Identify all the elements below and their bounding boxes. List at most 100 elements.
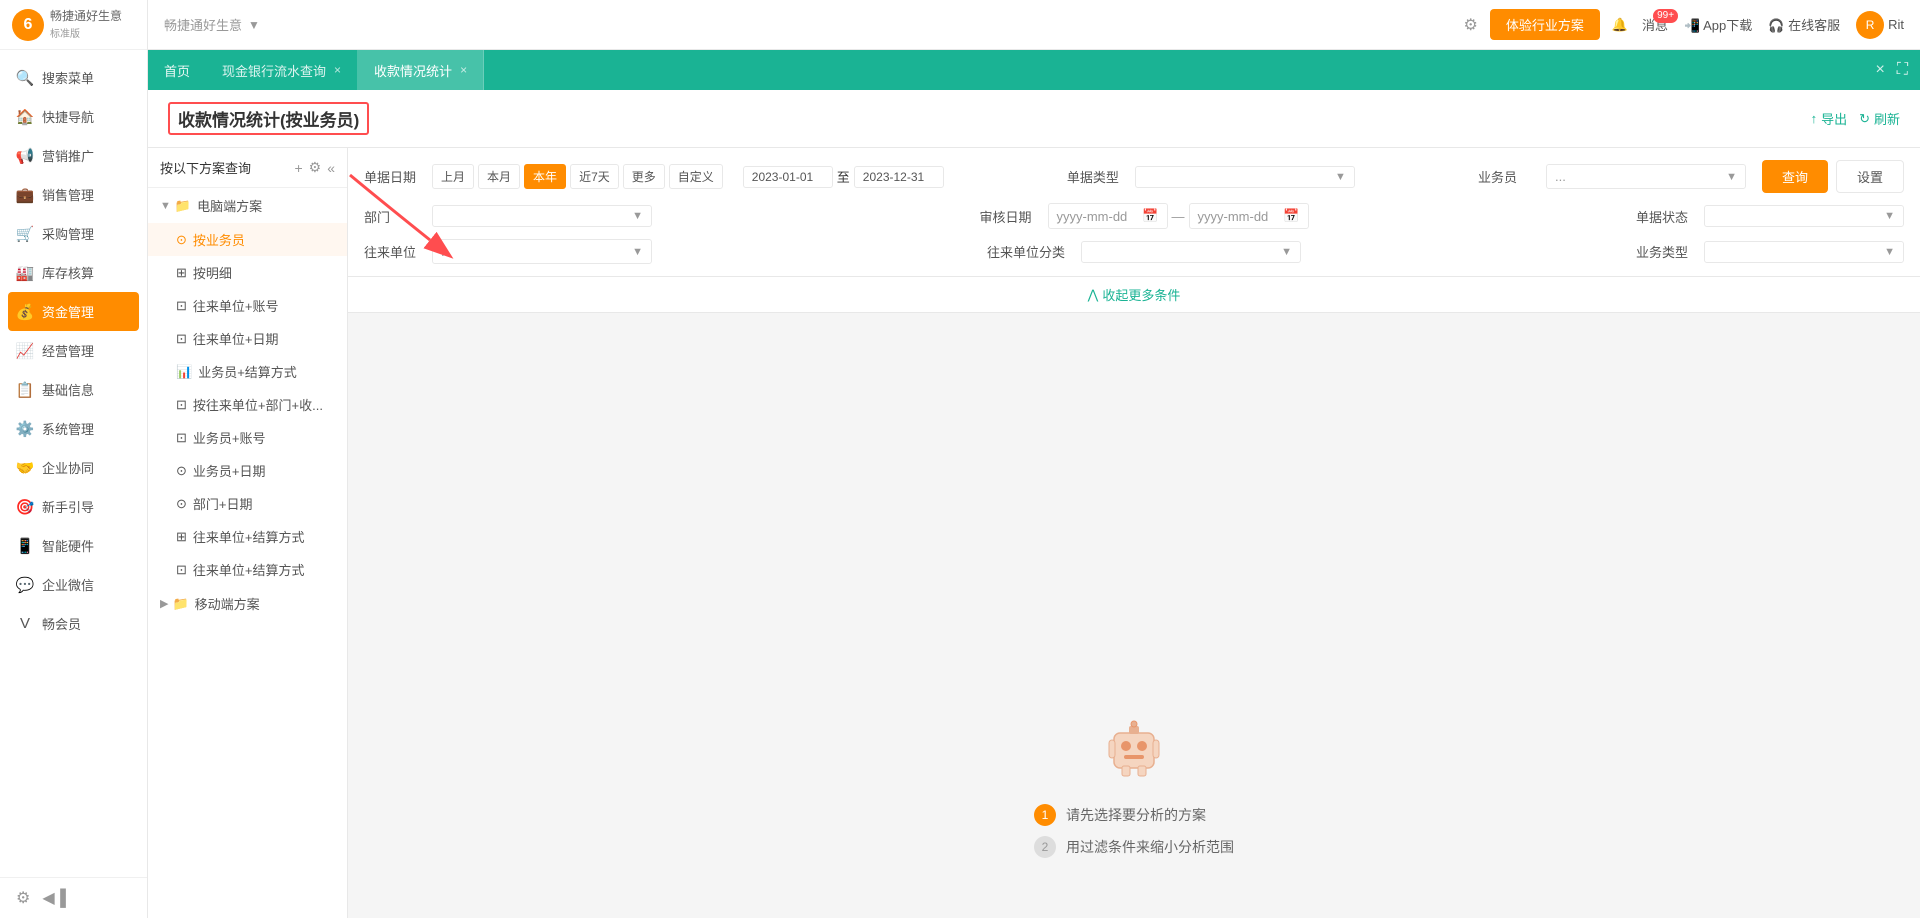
- notification-area[interactable]: 🔔 99+ 消息: [1612, 15, 1668, 34]
- refresh-button[interactable]: ↻ 刷新: [1859, 109, 1900, 128]
- tab-home-label: 首页: [164, 61, 190, 80]
- app-download[interactable]: 📲 App下载: [1684, 15, 1752, 34]
- doc-type-arrow: ▼: [1335, 171, 1346, 183]
- biz-type-select[interactable]: ▼: [1704, 241, 1904, 263]
- doc-status-arrow: ▼: [1884, 210, 1895, 222]
- online-service[interactable]: 🎧 在线客服: [1768, 15, 1840, 34]
- scheme-item-counterpart-account[interactable]: ⊡ 往来单位+账号: [148, 289, 347, 322]
- date-7days[interactable]: 近7天: [570, 164, 619, 189]
- review-date-to[interactable]: yyyy-mm-dd 📅: [1189, 203, 1309, 229]
- sidebar-item-hardware[interactable]: 📱 智能硬件: [0, 526, 147, 565]
- sidebar-item-enterprise[interactable]: 🤝 企业协同: [0, 448, 147, 487]
- scheme-group-desktop-title[interactable]: ▼ 📁 电脑端方案: [148, 188, 347, 223]
- scheme-item-counterpart-date[interactable]: ⊡ 往来单位+日期: [148, 322, 347, 355]
- scheme-group-mobile: ▶ 📁 移动端方案: [148, 586, 347, 621]
- scheme-item-salesperson-date[interactable]: ⊙ 业务员+日期: [148, 454, 347, 487]
- export-button[interactable]: ↑ 导出: [1811, 109, 1848, 128]
- biz-type-label: 业务类型: [1636, 242, 1688, 261]
- review-date-from[interactable]: yyyy-mm-dd 📅: [1048, 203, 1168, 229]
- sidebar-item-finance[interactable]: 💰 资金管理: [8, 292, 139, 331]
- guide-icon: 🎯: [16, 498, 34, 516]
- step1-text: 请先选择要分析的方案: [1066, 805, 1206, 825]
- sidebar-item-quicknav-label: 快捷导航: [42, 107, 94, 126]
- scheme-item-detail[interactable]: ⊞ 按明细: [148, 256, 347, 289]
- set-button[interactable]: 设置: [1836, 160, 1904, 193]
- sidebar-item-member[interactable]: V 畅会员: [0, 604, 147, 643]
- sidebar: 6 畅捷通好生意 标准版 🔍 搜索菜单 🏠 快捷导航 📢 营销推广 💼 销售管理…: [0, 0, 148, 918]
- scheme-item-salesperson-settlement[interactable]: 📊 业务员+结算方式: [148, 355, 347, 388]
- sidebar-item-sales[interactable]: 💼 销售管理: [0, 175, 147, 214]
- counterpart-dept-icon: ⊡: [176, 397, 187, 413]
- tab-receipts-close[interactable]: ×: [460, 63, 467, 77]
- doc-type-select[interactable]: ▼: [1135, 166, 1355, 188]
- sidebar-item-basic-label: 基础信息: [42, 380, 94, 399]
- counterpart-placeholder: ...: [441, 244, 452, 259]
- date-more[interactable]: 更多: [623, 164, 665, 189]
- doc-status-select[interactable]: ▼: [1704, 205, 1904, 227]
- scheme-item-counterpart-settlement1[interactable]: ⊞ 往来单位+结算方式: [148, 520, 347, 553]
- scheme-item-counterpart-dept[interactable]: ⊡ 按往来单位+部门+收...: [148, 388, 347, 421]
- scheme-settings-icon[interactable]: ⚙: [309, 159, 322, 176]
- trial-button[interactable]: 体验行业方案: [1490, 9, 1600, 40]
- sidebar-item-wechat[interactable]: 💬 企业微信: [0, 565, 147, 604]
- filter-row-1: 单据日期 上月 本月 本年 近7天 更多 自定义 至: [364, 160, 1904, 193]
- operation-icon: 📈: [16, 342, 34, 360]
- scheme-group-desktop: ▼ 📁 电脑端方案 ⊙ 按业务员 ⊞ 按明细 ⊡ 往来单位+账号: [148, 188, 347, 586]
- sidebar-item-inventory[interactable]: 🏭 库存核算: [0, 253, 147, 292]
- date-custom[interactable]: 自定义: [669, 164, 723, 189]
- date-last-month[interactable]: 上月: [432, 164, 474, 189]
- filter-actions: 查询 设置: [1762, 160, 1904, 193]
- empty-steps: 1 请先选择要分析的方案 2 用过滤条件来缩小分析范围: [1034, 804, 1234, 858]
- export-label: 导出: [1821, 109, 1847, 128]
- user-name: Rit: [1888, 17, 1904, 32]
- sidebar-footer: ⚙ ◀▐: [0, 877, 147, 918]
- scheme-item-detail-label: 按明细: [193, 263, 232, 282]
- mobile-folder-icon: 📁: [172, 596, 188, 612]
- tab-receipts[interactable]: 收款情况统计 ×: [358, 50, 484, 90]
- scheme-item-counterpart-account-label: 往来单位+账号: [193, 296, 279, 315]
- sidebar-item-quicknav[interactable]: 🏠 快捷导航: [0, 97, 147, 136]
- scheme-header: 按以下方案查询 + ⚙ «: [148, 148, 347, 188]
- scheme-item-salesperson-account[interactable]: ⊡ 业务员+账号: [148, 421, 347, 454]
- sidebar-item-operation[interactable]: 📈 经营管理: [0, 331, 147, 370]
- sidebar-logo: 6 畅捷通好生意 标准版: [0, 0, 147, 50]
- maximize-icon[interactable]: ⛶: [1897, 61, 1908, 79]
- review-date-separator: —: [1172, 209, 1185, 224]
- scheme-item-counterpart-date-label: 往来单位+日期: [193, 329, 279, 348]
- scheme-item-by-salesperson[interactable]: ⊙ 按业务员: [148, 223, 347, 256]
- collapse-bar[interactable]: ⋀ 收起更多条件: [348, 277, 1920, 313]
- date-to-input[interactable]: [854, 166, 944, 188]
- counterpart-category-select[interactable]: ▼: [1081, 241, 1301, 263]
- date-from-input[interactable]: [743, 166, 833, 188]
- scheme-item-counterpart-settlement2[interactable]: ⊡ 往来单位+结算方式: [148, 553, 347, 586]
- tab-bank-flow-close[interactable]: ×: [334, 63, 341, 77]
- dept-select[interactable]: ▼: [432, 205, 652, 227]
- marketing-icon: 📢: [16, 147, 34, 165]
- counterpart-settlement2-icon: ⊡: [176, 562, 187, 578]
- query-button[interactable]: 查询: [1762, 160, 1828, 193]
- date-this-month[interactable]: 本月: [478, 164, 520, 189]
- close-all-tabs-icon[interactable]: ×: [1875, 61, 1884, 79]
- sidebar-item-basic[interactable]: 📋 基础信息: [0, 370, 147, 409]
- add-scheme-icon[interactable]: +: [294, 160, 302, 176]
- collapse-sidebar-icon[interactable]: ◀▐: [42, 888, 66, 908]
- settings-footer-icon[interactable]: ⚙: [16, 888, 30, 908]
- scheme-item-dept-date[interactable]: ⊙ 部门+日期: [148, 487, 347, 520]
- sidebar-item-system[interactable]: ⚙️ 系统管理: [0, 409, 147, 448]
- sidebar-item-search[interactable]: 🔍 搜索菜单: [0, 58, 147, 97]
- page-actions: ↑ 导出 ↻ 刷新: [1811, 109, 1900, 128]
- salesperson-select[interactable]: ... ▼: [1546, 164, 1746, 189]
- user-menu[interactable]: R Rit: [1856, 11, 1904, 39]
- tab-bank-flow[interactable]: 现金银行流水查询 ×: [206, 50, 358, 90]
- topbar-gear-icon[interactable]: ⚙: [1463, 15, 1477, 35]
- inventory-icon: 🏭: [16, 264, 34, 282]
- scheme-group-mobile-title[interactable]: ▶ 📁 移动端方案: [148, 586, 347, 621]
- sidebar-item-guide[interactable]: 🎯 新手引导: [0, 487, 147, 526]
- sidebar-item-marketing[interactable]: 📢 营销推广: [0, 136, 147, 175]
- sidebar-item-purchase[interactable]: 🛒 采购管理: [0, 214, 147, 253]
- folder-icon: 📁: [175, 198, 191, 214]
- collapse-panel-icon[interactable]: «: [327, 160, 335, 176]
- counterpart-select[interactable]: ... ▼: [432, 239, 652, 264]
- date-this-year[interactable]: 本年: [524, 164, 566, 189]
- tab-home[interactable]: 首页: [148, 50, 206, 90]
